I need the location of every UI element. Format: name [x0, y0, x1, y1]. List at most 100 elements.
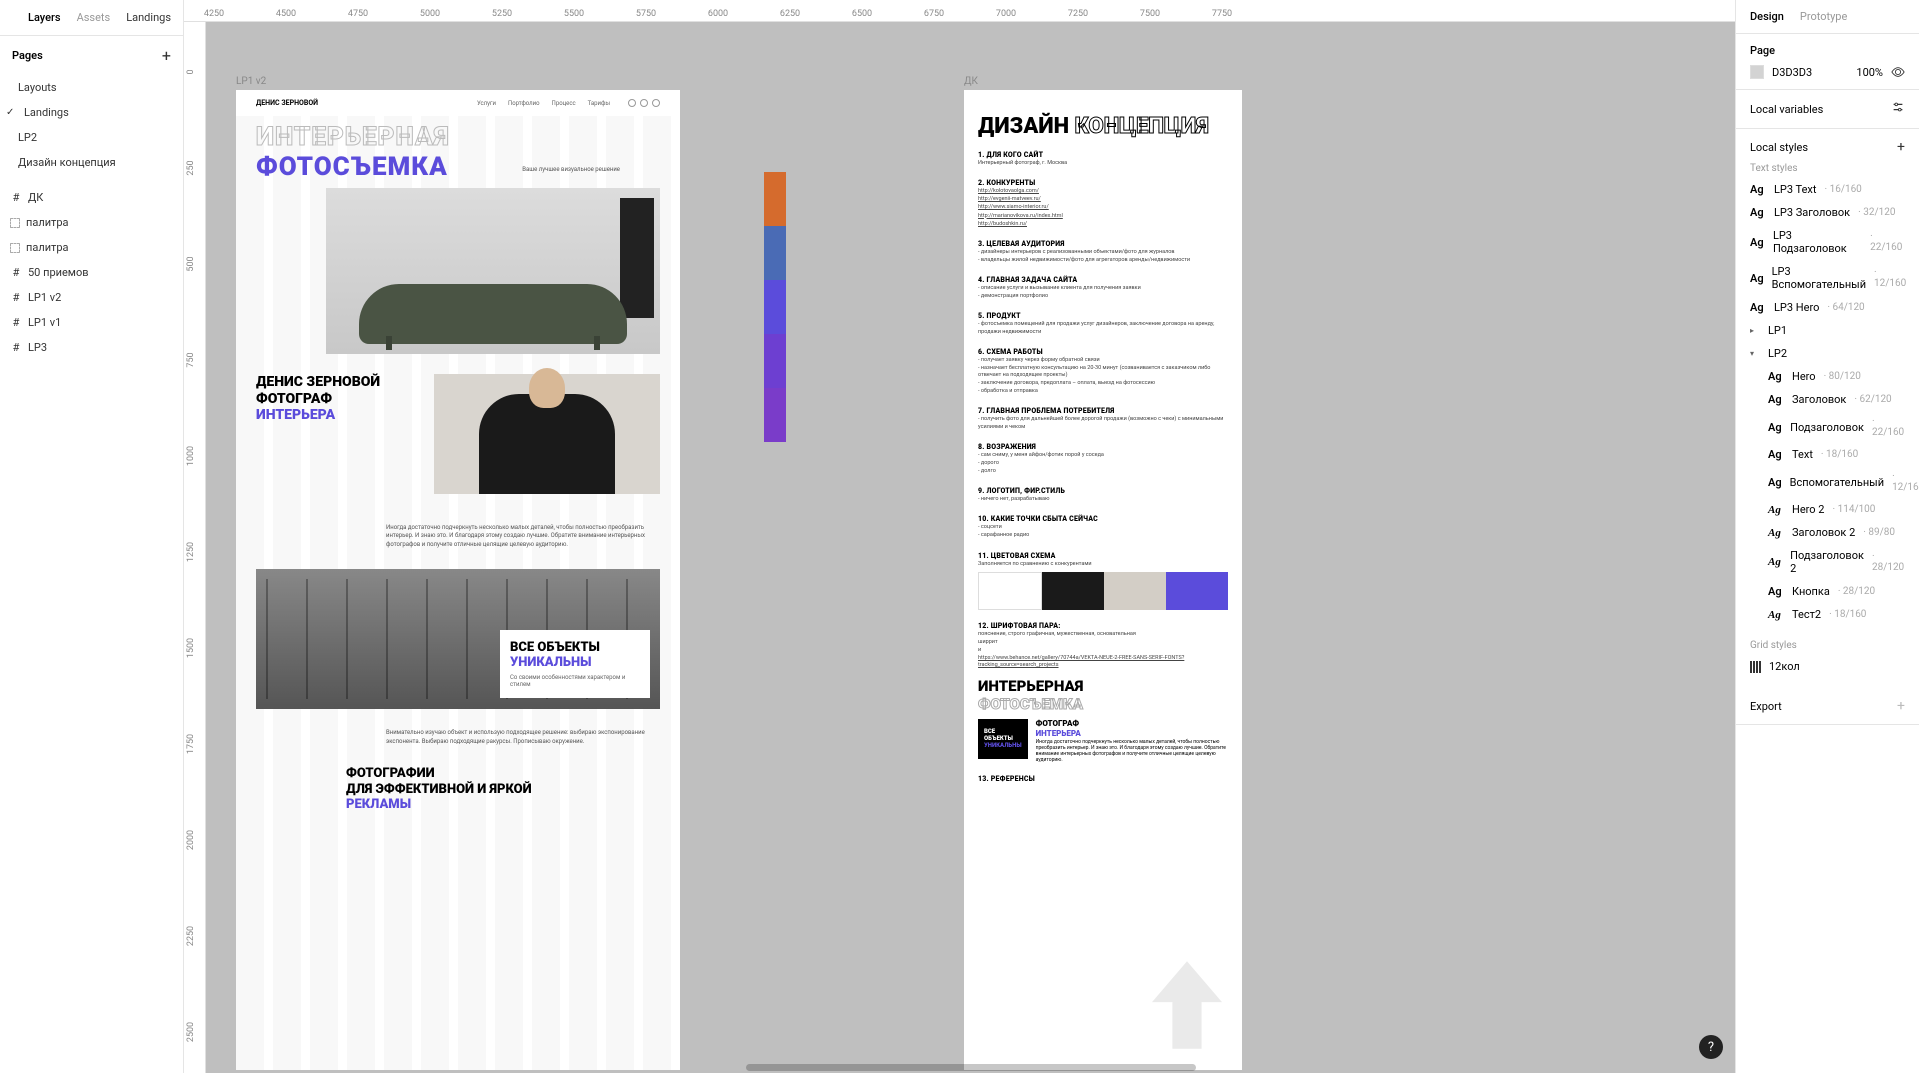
section-photos: ФОТОГРАФИИ ДЛЯ ЭФФЕКТИВНОЙ И ЯРКОЙ РЕКЛА…	[236, 746, 680, 813]
dk-block: 1. ДЛЯ КОГО САЙТИнтерьерный фотограф, г.…	[978, 151, 1228, 167]
right-panel: Design Prototype Page D3D3D3 100% Local …	[1735, 0, 1919, 1073]
layer-item[interactable]: ДК	[0, 185, 183, 210]
add-page-button[interactable]: +	[162, 46, 171, 65]
ruler-vertical: 02505007501000125015001750200022502500	[184, 22, 206, 1073]
text-style-item[interactable]: AgLP3 Text · 16/160	[1750, 178, 1905, 201]
tab-prototype[interactable]: Prototype	[1800, 10, 1847, 23]
grid-columns-icon	[1750, 661, 1761, 673]
pages-title: Pages	[12, 49, 43, 62]
frame-icon	[10, 292, 22, 304]
page-opacity[interactable]: 100%	[1856, 66, 1883, 79]
page-item[interactable]: Дизайн концепция	[0, 150, 183, 175]
page-color-swatch[interactable]	[1750, 65, 1764, 79]
visibility-icon[interactable]	[1891, 65, 1905, 79]
text-style-item[interactable]: AgLP3 Заголовок · 32/120	[1750, 201, 1905, 224]
hero-image	[326, 188, 660, 354]
grid-styles-subtitle: Grid styles	[1750, 640, 1905, 651]
about-image	[434, 374, 660, 494]
style-group[interactable]: ▸LP1	[1750, 319, 1905, 342]
logo: ДЕНИС ЗЕРНОВОЙ	[256, 100, 318, 107]
add-export-button[interactable]: +	[1897, 698, 1905, 714]
component-icon	[10, 218, 20, 228]
local-variables-title: Local variables	[1750, 103, 1823, 116]
panel-export: Export +	[1736, 688, 1919, 725]
left-panel-tabs: Layers Assets Landings ⌄	[0, 0, 183, 36]
file-name[interactable]: Landings	[126, 11, 171, 24]
layer-item[interactable]: палитра	[0, 210, 183, 235]
text-style-item[interactable]: AgText · 18/160	[1750, 443, 1905, 466]
about-sub1: ФОТОГРАФ	[256, 391, 434, 407]
text-style-item[interactable]: AgЗаголовок · 62/120	[1750, 388, 1905, 411]
page-color-hex[interactable]: D3D3D3	[1772, 66, 1848, 79]
layer-item[interactable]: 50 приемов	[0, 260, 183, 285]
objects-title2: УНИКАЛЬНЫ	[510, 655, 640, 670]
grid-style-item[interactable]: 12кол	[1750, 655, 1905, 678]
page-item[interactable]: Landings	[0, 100, 183, 125]
text-style-item[interactable]: AgLP3 Hero · 64/120	[1750, 296, 1905, 319]
layer-item[interactable]: палитра	[0, 235, 183, 260]
page-item[interactable]: LP2	[0, 125, 183, 150]
photos-line3: РЕКЛАМЫ	[346, 797, 660, 813]
objects-title1: ВСЕ ОБЪЕКТЫ	[510, 640, 640, 655]
layer-item[interactable]: LP1 v1	[0, 310, 183, 335]
color-swatch[interactable]	[764, 172, 786, 226]
hero-line1: ИНТЕРЬЕРНАЯ	[236, 116, 680, 152]
frame-icon	[10, 342, 22, 354]
dk-block: 12. ШРИФТОВАЯ ПАРА:пояснение, строго гра…	[978, 622, 1228, 763]
dk-block: 8. ВОЗРАЖЕНИЯ- сам сниму, у меня айфон/ф…	[978, 443, 1228, 475]
tab-layers[interactable]: Layers	[28, 11, 61, 24]
scrollbar-horizontal[interactable]	[746, 1064, 1196, 1071]
artboard-dk[interactable]: ДИЗАЙН КОНЦЕПЦИЯ 1. ДЛЯ КОГО САЙТИнтерье…	[964, 90, 1242, 1070]
dk-block: 7. ГЛАВНАЯ ПРОБЛЕМА ПОТРЕБИТЕЛЯ- получит…	[978, 407, 1228, 430]
frame-icon	[10, 192, 22, 204]
text-style-item[interactable]: AgLP3 Вспомогательный · 12/160	[1750, 260, 1905, 296]
color-swatch[interactable]	[764, 334, 786, 388]
panel-page: Page D3D3D3 100%	[1736, 34, 1919, 90]
text-styles-subtitle: Text styles	[1750, 163, 1905, 174]
page-item[interactable]: Layouts	[0, 75, 183, 100]
canvas[interactable]: LP1 v2 ДК ДЕНИС ЗЕРНОВОЙ УслугиПортфолио…	[206, 22, 1735, 1073]
ruler-horizontal: 4250450047505000525055005750600062506500…	[184, 0, 1735, 22]
tab-design[interactable]: Design	[1750, 10, 1784, 23]
text-style-item[interactable]: AgПодзаголовок 2 · 28/120	[1750, 544, 1905, 580]
palette-frame[interactable]	[764, 172, 786, 442]
objects-card: ВСЕ ОБЪЕКТЫ УНИКАЛЬНЫ Со своими особенно…	[500, 630, 650, 698]
frame-label-dk[interactable]: ДК	[964, 76, 978, 87]
settings-icon[interactable]	[1891, 100, 1905, 118]
layer-item[interactable]: LP1 v2	[0, 285, 183, 310]
help-button[interactable]: ?	[1699, 1035, 1723, 1059]
tab-assets[interactable]: Assets	[77, 11, 111, 24]
about-name: ДЕНИС ЗЕРНОВОЙ	[256, 374, 434, 391]
about-paragraph: Иногда достаточно подчеркнуть несколько …	[236, 514, 680, 569]
right-panel-tabs: Design Prototype	[1736, 0, 1919, 34]
text-style-item[interactable]: AgПодзаголовок · 22/160	[1750, 411, 1905, 443]
layer-item[interactable]: LP3	[0, 335, 183, 360]
frame-label-lp1v2[interactable]: LP1 v2	[236, 76, 266, 87]
text-style-item[interactable]: AgHero 2 · 114/100	[1750, 498, 1905, 521]
text-style-item[interactable]: AgHero · 80/120	[1750, 365, 1905, 388]
export-title: Export	[1750, 700, 1782, 713]
add-style-button[interactable]: +	[1897, 139, 1905, 155]
text-style-item[interactable]: AgLP3 Подзаголовок · 22/160	[1750, 224, 1905, 260]
color-swatch[interactable]	[764, 226, 786, 280]
dk-block: 3. ЦЕЛЕВАЯ АУДИТОРИЯ- дизайнеры интерьер…	[978, 240, 1228, 264]
site-header: ДЕНИС ЗЕРНОВОЙ УслугиПортфолиоПроцессТар…	[236, 90, 680, 116]
text-style-item[interactable]: AgТест2 · 18/160	[1750, 603, 1905, 626]
color-swatch[interactable]	[764, 388, 786, 442]
artboard-lp1-v2[interactable]: ДЕНИС ЗЕРНОВОЙ УслугиПортфолиоПроцессТар…	[236, 90, 680, 1070]
color-swatch[interactable]	[764, 280, 786, 334]
dk-block: 6. СХЕМА РАБОТЫ- получает заявку через ф…	[978, 348, 1228, 396]
text-style-item[interactable]: AgВспомогательный · 12/160	[1750, 466, 1905, 498]
frame-icon	[10, 267, 22, 279]
dk-block: 13. РЕФЕРЕНСЫ	[978, 775, 1228, 783]
dk-block: 9. ЛОГОТИП, ФИР.СТИЛЬ- ничего нет, разра…	[978, 487, 1228, 503]
layer-list: ДКпалитрапалитра50 приемовLP1 v2LP1 v1LP…	[0, 185, 183, 360]
arrow-up-icon	[1152, 960, 1222, 1050]
photos-line1: ФОТОГРАФИИ	[346, 766, 660, 782]
text-style-item[interactable]: AgЗаголовок 2 · 89/80	[1750, 521, 1905, 544]
style-group[interactable]: ▾LP2	[1750, 342, 1905, 365]
dk-block: 2. КОНКУРЕНТЫhttp://kolotovaolga.com/htt…	[978, 179, 1228, 228]
dk-block: 5. ПРОДУКТ- фотосъемка помещений для про…	[978, 312, 1228, 335]
social-icons	[628, 99, 660, 107]
text-style-item[interactable]: AgКнопка · 28/120	[1750, 580, 1905, 603]
